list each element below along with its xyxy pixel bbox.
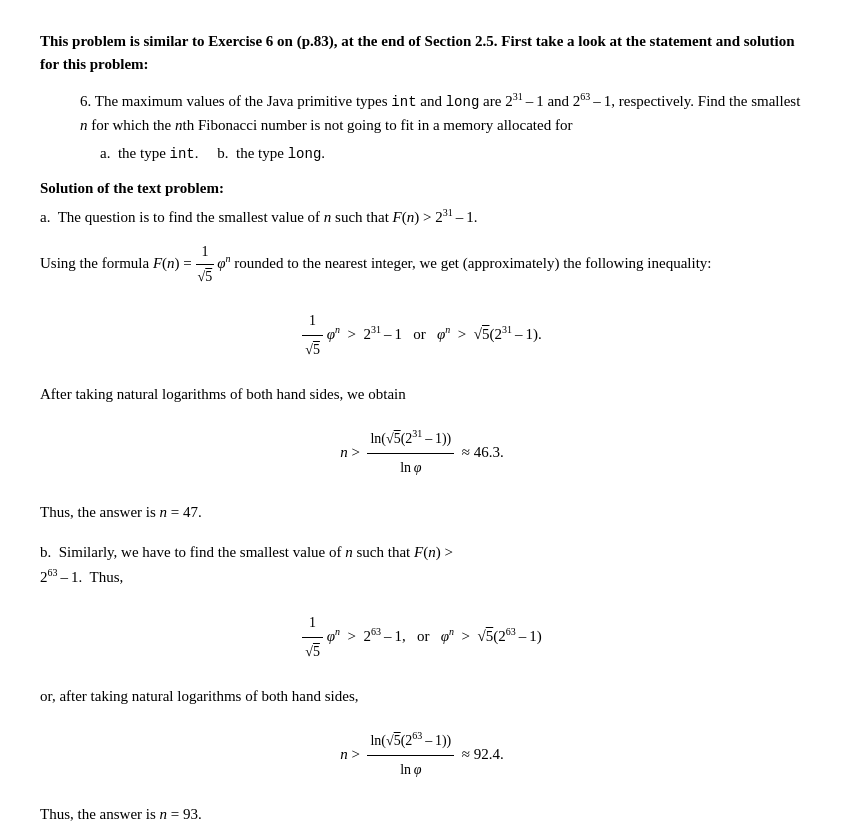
- display-math-4: n > ln(√5(263 – 1)) ln φ ≈ 92.4.: [40, 727, 804, 784]
- problem-block: 6. The maximum values of the Java primit…: [80, 89, 804, 166]
- solution-title: Solution of the text problem:: [40, 180, 804, 197]
- solution-part-a-intro: a. The question is to find the smallest …: [40, 205, 804, 231]
- problem-number: 6.: [80, 93, 91, 109]
- thus-part-a: Thus, the answer is n = 47.: [40, 500, 804, 526]
- display-math-2: n > ln(√5(231 – 1)) ln φ ≈ 46.3.: [40, 425, 804, 482]
- part-b-or-after: or, after taking natural logarithms of b…: [40, 684, 804, 710]
- problem-text: 6. The maximum values of the Java primit…: [80, 89, 804, 137]
- solution-part-b-intro: b. Similarly, we have to find the smalle…: [40, 540, 804, 591]
- display-math-3: 1 √5 φn > 263 – 1, or φn > √5(263 – 1): [40, 609, 804, 666]
- intro-statement: This problem is similar to Exercise 6 on…: [40, 30, 804, 75]
- solution-part-a-formula: Using the formula F(n) = 1√5 φn rounded …: [40, 240, 804, 289]
- problem-part-a: a. the type int. b. the type long.: [100, 141, 804, 165]
- after-log-part-a: After taking natural logarithms of both …: [40, 382, 804, 408]
- thus-part-b: Thus, the answer is n = 93.: [40, 802, 804, 828]
- display-math-1: 1 √5 φn > 231 – 1 or φn > √5(231 – 1).: [40, 307, 804, 364]
